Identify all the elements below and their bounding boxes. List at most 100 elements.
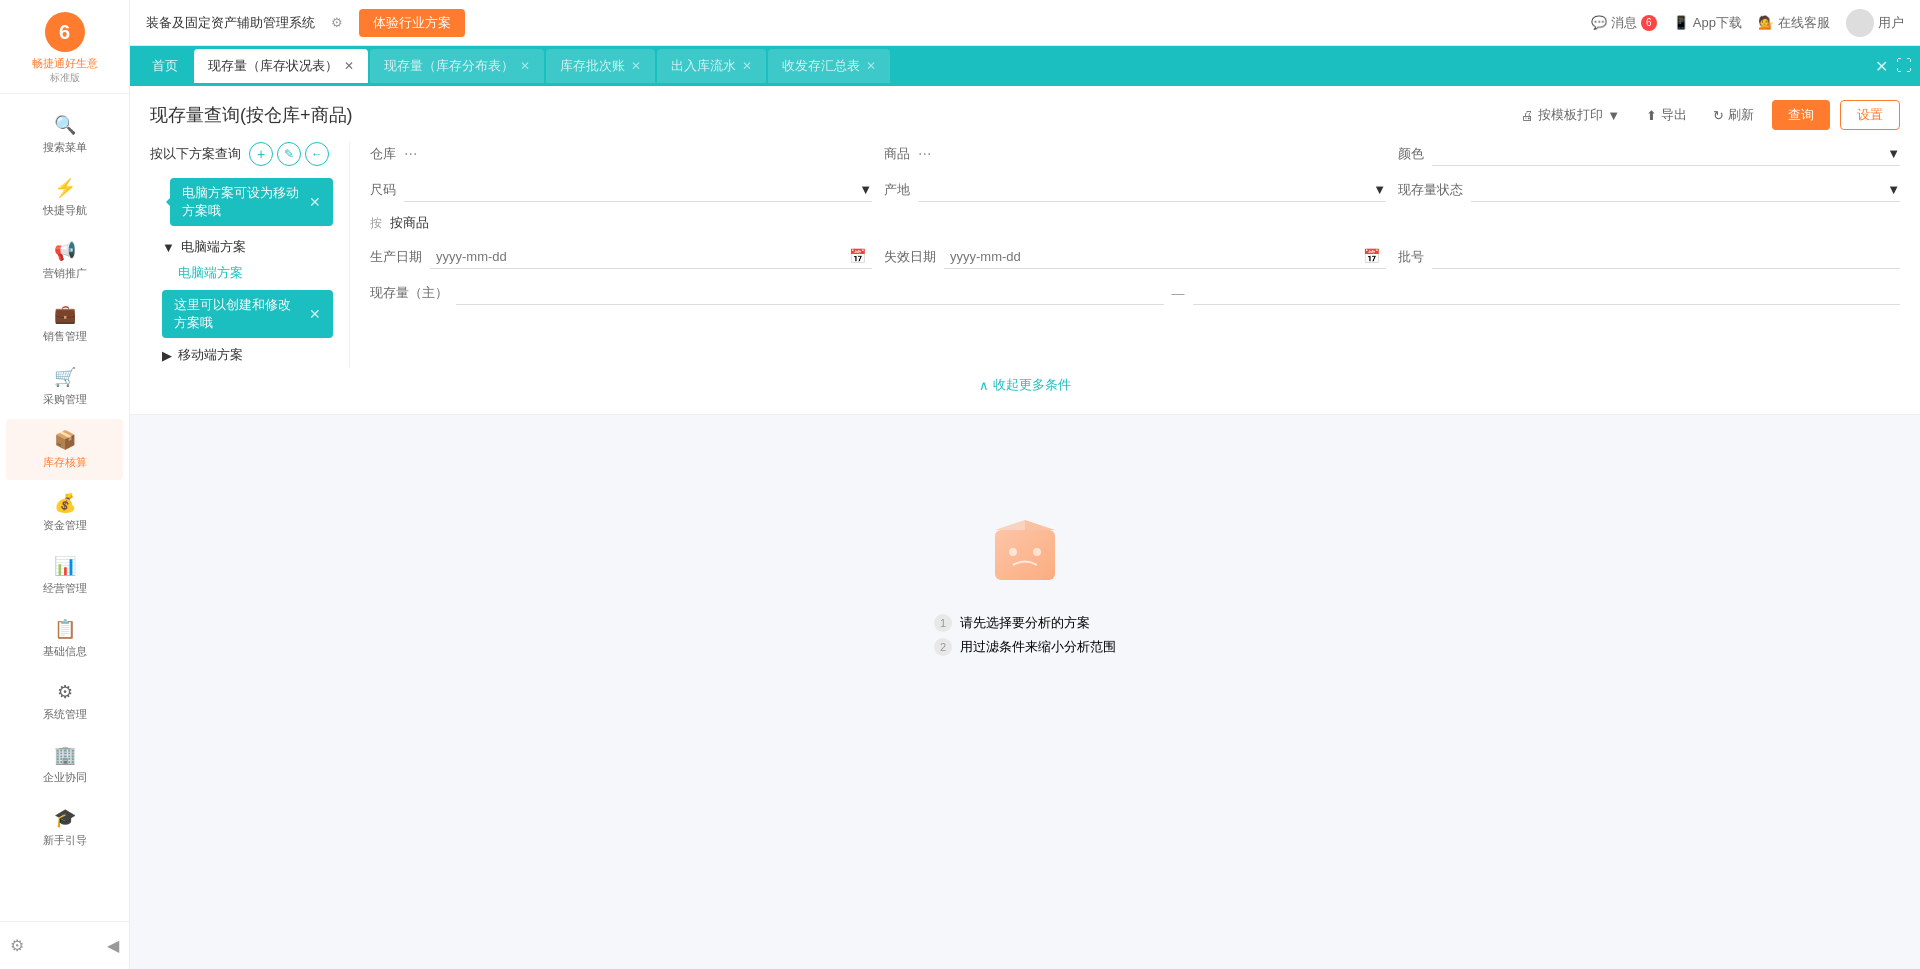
tab-inout-flow[interactable]: 出入库流水 ✕ bbox=[657, 49, 766, 83]
edit-tooltip-close[interactable]: ✕ bbox=[309, 306, 321, 322]
tab-inventory-dist[interactable]: 现存量（库存分布表） ✕ bbox=[370, 49, 544, 83]
export-icon: ⬆ bbox=[1646, 108, 1657, 123]
edit-scheme-btn[interactable]: ✎ bbox=[277, 142, 301, 166]
app-label: App下载 bbox=[1693, 14, 1742, 32]
size-select[interactable]: ▼ bbox=[404, 178, 872, 202]
sales-icon: 💼 bbox=[54, 303, 76, 325]
guide-icon: 🎓 bbox=[54, 807, 76, 829]
row3-goods-label: 按商品 bbox=[390, 214, 429, 232]
sidebar-item-sales[interactable]: 💼 销售管理 bbox=[6, 293, 123, 354]
sidebar: 6 畅捷通好生意 标准版 🔍 搜索菜单 ⚡ 快捷导航 📢 营销推广 💼 销售管理… bbox=[0, 0, 130, 969]
back-scheme-btn[interactable]: ← bbox=[305, 142, 329, 166]
nav-menu: 🔍 搜索菜单 ⚡ 快捷导航 📢 营销推广 💼 销售管理 🛒 采购管理 📦 库存核… bbox=[0, 94, 129, 921]
tabbar: 首页 现存量（库存状况表） ✕ 现存量（库存分布表） ✕ 库存批次账 ✕ 出入库… bbox=[130, 46, 1920, 86]
message-label: 消息 bbox=[1611, 14, 1637, 32]
message-badge: 6 bbox=[1641, 15, 1657, 31]
tab-batch-account[interactable]: 库存批次账 ✕ bbox=[546, 49, 655, 83]
tab-close-inventory-dist[interactable]: ✕ bbox=[520, 59, 530, 73]
export-btn[interactable]: ⬆ 导出 bbox=[1638, 102, 1695, 128]
sidebar-item-operation[interactable]: 📊 经营管理 bbox=[6, 545, 123, 606]
pc-scheme-item-text: 电脑端方案 bbox=[178, 264, 243, 282]
sidebar-item-finance[interactable]: 💰 资金管理 bbox=[6, 482, 123, 543]
message-btn[interactable]: 💬 消息 6 bbox=[1591, 14, 1657, 32]
online-service-btn[interactable]: 💁 在线客服 bbox=[1758, 14, 1830, 32]
filter-batch: 批号 bbox=[1398, 244, 1900, 269]
sidebar-item-guide[interactable]: 🎓 新手引导 bbox=[6, 797, 123, 858]
sidebar-item-quick[interactable]: ⚡ 快捷导航 bbox=[6, 167, 123, 228]
filter-produce-date: 生产日期 📅 bbox=[370, 244, 872, 269]
sidebar-item-enterprise[interactable]: 🏢 企业协同 bbox=[6, 734, 123, 795]
filter-header: 按以下方案查询 + ✎ ← bbox=[150, 142, 333, 166]
pc-tooltip-close[interactable]: ✕ bbox=[309, 194, 321, 210]
user-btn[interactable]: 用户 bbox=[1846, 9, 1904, 37]
collapse-label: 收起更多条件 bbox=[993, 376, 1071, 394]
filter-stock-status: 现存量状态 ▼ bbox=[1398, 178, 1900, 202]
filter-row-1: 仓库 ··· 商品 ··· 颜色 ▼ bbox=[370, 142, 1900, 166]
tab-close-all-btn[interactable]: ✕ bbox=[1875, 57, 1888, 76]
sidebar-item-search[interactable]: 🔍 搜索菜单 bbox=[6, 104, 123, 165]
query-button[interactable]: 查询 bbox=[1772, 100, 1830, 130]
pc-scheme-arrow: ▼ bbox=[162, 240, 175, 255]
tab-close-inventory-status[interactable]: ✕ bbox=[344, 59, 354, 73]
marketing-icon: 📢 bbox=[54, 240, 76, 262]
empty-tips: 1 请先选择要分析的方案 2 用过滤条件来缩小分析范围 bbox=[934, 611, 1116, 659]
tab-close-inout-flow[interactable]: ✕ bbox=[742, 59, 752, 73]
expire-date-icon[interactable]: 📅 bbox=[1363, 248, 1380, 264]
settings-button[interactable]: 设置 bbox=[1840, 100, 1900, 130]
empty-tip-1: 1 请先选择要分析的方案 bbox=[934, 611, 1116, 635]
tab-close-receive-summary[interactable]: ✕ bbox=[866, 59, 876, 73]
tab-receive-summary[interactable]: 收发存汇总表 ✕ bbox=[768, 49, 890, 83]
tab-close-batch-account[interactable]: ✕ bbox=[631, 59, 641, 73]
collapse-bar[interactable]: ∧ 收起更多条件 bbox=[150, 368, 1900, 402]
batch-input[interactable] bbox=[1432, 245, 1900, 269]
sidebar-item-purchase[interactable]: 🛒 采购管理 bbox=[6, 356, 123, 417]
tab-label-inout-flow: 出入库流水 bbox=[671, 57, 736, 75]
tab-inventory-status[interactable]: 现存量（库存状况表） ✕ bbox=[194, 49, 368, 83]
experience-button[interactable]: 体验行业方案 bbox=[359, 9, 465, 37]
nav-label-inventory: 库存核算 bbox=[43, 455, 87, 470]
origin-select[interactable]: ▼ bbox=[918, 178, 1386, 202]
produce-date-input[interactable] bbox=[436, 249, 845, 264]
tab-fullscreen-btn[interactable]: ⛶ bbox=[1896, 57, 1912, 76]
goods-dots[interactable]: ··· bbox=[918, 145, 931, 163]
size-dropdown-icon: ▼ bbox=[859, 182, 872, 197]
pc-scheme-label: 电脑端方案 bbox=[181, 238, 246, 256]
tab-label-inventory-status: 现存量（库存状况表） bbox=[208, 57, 338, 75]
print-btn[interactable]: 🖨 按模板打印 ▼ bbox=[1513, 102, 1628, 128]
stock-main-max[interactable] bbox=[1193, 281, 1901, 305]
edit-tooltip-text: 这里可以创建和修改方案哦 bbox=[174, 296, 301, 332]
operation-icon: 📊 bbox=[54, 555, 76, 577]
sidebar-item-base[interactable]: 📋 基础信息 bbox=[6, 608, 123, 669]
pc-tooltip-text: 电脑方案可设为移动方案哦 bbox=[182, 184, 301, 220]
produce-date-icon[interactable]: 📅 bbox=[849, 248, 866, 264]
filter-fields: 仓库 ··· 商品 ··· 颜色 ▼ bbox=[350, 142, 1900, 368]
filter-goods: 商品 ··· bbox=[884, 142, 1386, 166]
refresh-icon: ↻ bbox=[1713, 108, 1724, 123]
enterprise-icon: 🏢 bbox=[54, 744, 76, 766]
refresh-btn[interactable]: ↻ 刷新 bbox=[1705, 102, 1762, 128]
mobile-scheme-group[interactable]: ▶ 移动端方案 bbox=[162, 342, 333, 368]
stock-main-min[interactable] bbox=[456, 281, 1164, 305]
sidebar-settings-btn[interactable]: ⚙ bbox=[6, 932, 28, 959]
pc-scheme-group[interactable]: ▼ 电脑端方案 bbox=[162, 234, 333, 260]
pc-scheme-item-0[interactable]: 电脑端方案 bbox=[178, 260, 333, 286]
topbar-settings-btn[interactable]: ⚙ bbox=[323, 9, 351, 37]
pc-tooltip-wrapper: 电脑方案可设为移动方案哦 ✕ bbox=[170, 178, 333, 226]
search-icon: 🔍 bbox=[54, 114, 76, 136]
expire-date-input-wrapper: 📅 bbox=[944, 244, 1386, 269]
tab-home[interactable]: 首页 bbox=[138, 51, 192, 81]
empty-tip-2: 2 用过滤条件来缩小分析范围 bbox=[934, 635, 1116, 659]
app-download-btn[interactable]: 📱 App下载 bbox=[1673, 14, 1742, 32]
color-select[interactable]: ▼ bbox=[1432, 142, 1900, 166]
expire-date-input[interactable] bbox=[950, 249, 1359, 264]
sidebar-item-inventory[interactable]: 📦 库存核算 bbox=[6, 419, 123, 480]
nav-label-guide: 新手引导 bbox=[43, 833, 87, 848]
sidebar-collapse-btn[interactable]: ◀ bbox=[103, 932, 123, 959]
add-scheme-btn[interactable]: + bbox=[249, 142, 273, 166]
sidebar-item-system[interactable]: ⚙ 系统管理 bbox=[6, 671, 123, 732]
stock-status-select[interactable]: ▼ bbox=[1471, 178, 1900, 202]
tip-text-2: 用过滤条件来缩小分析范围 bbox=[960, 638, 1116, 656]
warehouse-dots[interactable]: ··· bbox=[404, 145, 417, 163]
sidebar-item-marketing[interactable]: 📢 营销推广 bbox=[6, 230, 123, 291]
produce-date-input-wrapper: 📅 bbox=[430, 244, 872, 269]
